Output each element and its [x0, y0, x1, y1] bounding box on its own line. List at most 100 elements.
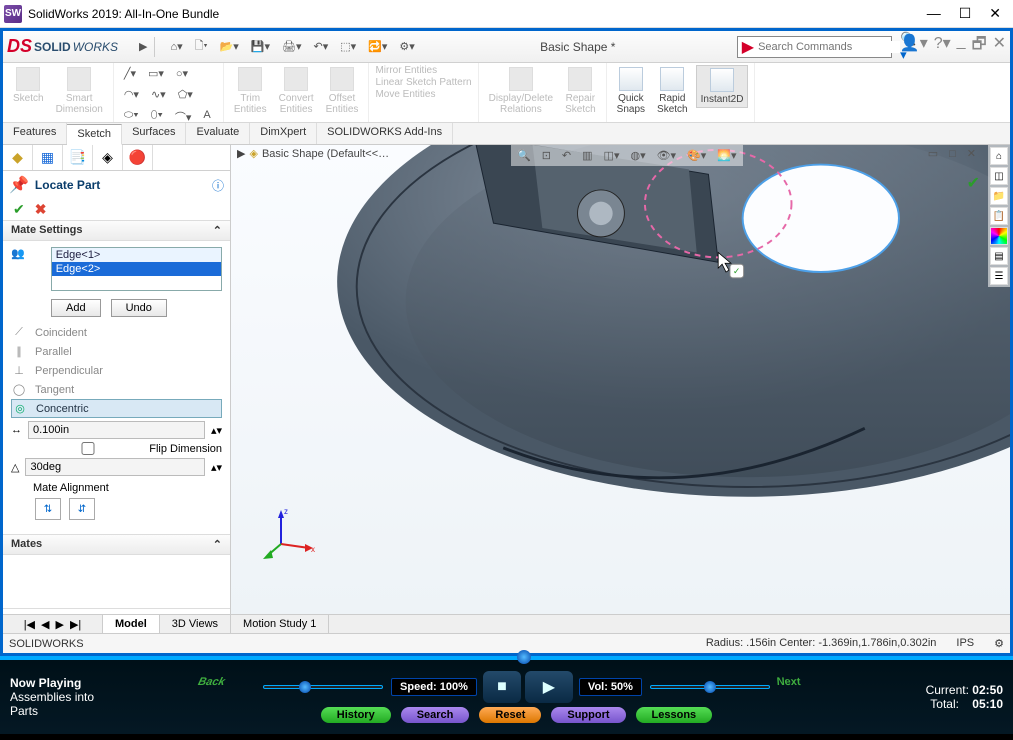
view-orient-icon[interactable]: ◫▾ — [600, 147, 624, 164]
tab-evaluate[interactable]: Evaluate — [186, 123, 250, 144]
scrub-knob[interactable] — [517, 650, 531, 664]
pm-tab-feature[interactable]: ◆ — [3, 145, 33, 170]
pm-tab-appearances[interactable]: 🔴 — [123, 145, 153, 170]
tab-3dviews[interactable]: 3D Views — [160, 615, 231, 633]
hide-show-icon[interactable]: 👁▾ — [653, 147, 681, 164]
lessons-button[interactable]: Lessons — [636, 707, 713, 723]
window-restore-icon[interactable]: 🗗 — [972, 33, 987, 60]
new-icon[interactable]: 🗋▾ — [191, 35, 212, 58]
tab-surfaces[interactable]: Surfaces — [122, 123, 186, 144]
tab-nav-next-icon[interactable]: ▶ — [56, 618, 64, 631]
list-item[interactable]: Edge<2> — [52, 262, 221, 276]
mate-coincident[interactable]: ⟋Coincident — [11, 323, 222, 342]
appearances-pane-icon[interactable] — [990, 227, 1008, 245]
custom-props-icon[interactable]: ▤ — [990, 247, 1008, 265]
play-button[interactable]: ▶ — [525, 671, 573, 703]
user-icon[interactable]: 👤▾ — [900, 33, 928, 60]
pm-tab-config[interactable]: 📑 — [63, 145, 93, 170]
speed-slider[interactable] — [263, 685, 383, 689]
graphics-viewport[interactable]: ▶ ◈ Basic Shape (Default<<… — [231, 145, 1010, 614]
view-palette-icon[interactable]: 📋 — [990, 207, 1008, 225]
search-input[interactable] — [758, 41, 900, 53]
mate-tangent[interactable]: ◯Tangent — [11, 380, 222, 399]
back-button[interactable]: Back — [194, 676, 258, 698]
list-item[interactable]: Edge<1> — [52, 248, 221, 262]
tab-addins[interactable]: SOLIDWORKS Add-Ins — [317, 123, 453, 144]
mate-settings-header[interactable]: Mate Settings⌃ — [3, 220, 230, 241]
line-icon[interactable]: ╱▾ — [120, 65, 140, 82]
mates-header[interactable]: Mates⌃ — [3, 534, 230, 555]
print-icon[interactable]: 🖨▾ — [278, 38, 306, 55]
window-min-icon[interactable]: _ — [957, 33, 966, 60]
mate-concentric[interactable]: ◎Concentric — [11, 399, 222, 418]
status-units[interactable]: IPS — [956, 637, 974, 650]
flip-dimension-checkbox[interactable] — [33, 442, 143, 455]
close-button[interactable]: ✕ — [989, 5, 1001, 22]
tab-model[interactable]: Model — [103, 615, 160, 633]
player-search-button[interactable]: Search — [401, 707, 470, 723]
offset-button[interactable]: Offset Entities — [322, 65, 363, 117]
tab-motion-study[interactable]: Motion Study 1 — [231, 615, 329, 633]
display-relations-button[interactable]: Display/Delete Relations — [485, 65, 557, 117]
linear-pattern[interactable]: Linear Sketch Pattern — [375, 77, 471, 88]
home-icon[interactable]: ⌂▾ — [166, 38, 186, 55]
breadcrumb-expand-icon[interactable]: ▶ — [237, 147, 245, 160]
slot-icon[interactable]: ⬭▾ — [120, 107, 143, 124]
accept-button[interactable]: ✔ — [13, 201, 25, 218]
ellipse-icon[interactable]: ⬯▾ — [147, 107, 167, 124]
resources-icon[interactable]: ◫ — [990, 167, 1008, 185]
undo-icon[interactable]: ↶▾ — [310, 38, 333, 55]
tab-sketch[interactable]: Sketch — [67, 124, 122, 145]
distance-field[interactable] — [28, 421, 205, 439]
maximize-button[interactable]: ☐ — [959, 5, 972, 22]
window-close-icon[interactable]: ✕ — [993, 33, 1006, 60]
tab-dimxpert[interactable]: DimXpert — [250, 123, 317, 144]
menu-expand-icon[interactable]: ▶ — [135, 38, 151, 55]
rapid-sketch-button[interactable]: Rapid Sketch — [653, 65, 692, 117]
add-button[interactable]: Add — [51, 299, 101, 317]
tab-nav-last-icon[interactable]: ▶| — [70, 618, 81, 631]
display-style-icon[interactable]: ◍▾ — [626, 147, 649, 164]
viewport-max-icon[interactable]: □ — [945, 145, 960, 162]
stop-button[interactable]: ■ — [483, 671, 521, 703]
smart-dimension-button[interactable]: Smart Dimension — [52, 65, 107, 117]
tab-nav-prev-icon[interactable]: ◀ — [41, 618, 49, 631]
trim-button[interactable]: Trim Entities — [230, 65, 271, 117]
pm-help-icon[interactable]: ⓘ — [212, 177, 224, 194]
zoom-area-icon[interactable]: ⊡ — [538, 147, 555, 164]
align-same-button[interactable]: ⇅ — [35, 498, 61, 520]
section-view-icon[interactable]: ▥ — [578, 147, 596, 164]
circle-icon[interactable]: ○▾ — [172, 65, 192, 82]
align-anti-button[interactable]: ⇵ — [69, 498, 95, 520]
list-item[interactable] — [52, 276, 221, 290]
tab-features[interactable]: Features — [3, 123, 67, 144]
viewport-close-icon[interactable]: ✕ — [963, 145, 980, 162]
zoom-fit-icon[interactable]: 🔍 — [513, 147, 535, 164]
status-options-icon[interactable]: ⚙ — [994, 637, 1004, 650]
angle-field[interactable] — [25, 458, 204, 476]
volume-slider[interactable] — [650, 685, 770, 689]
move-entities[interactable]: Move Entities — [375, 89, 471, 100]
poly-icon[interactable]: ⬠▾ — [174, 86, 197, 103]
breadcrumb[interactable]: ▶ ◈ Basic Shape (Default<<… — [237, 147, 389, 160]
spline-icon[interactable]: ∿▾ — [147, 86, 170, 103]
text-icon[interactable]: A — [199, 107, 214, 123]
select-icon[interactable]: ⬚▾ — [336, 38, 360, 55]
instant2d-button[interactable]: Instant2D — [696, 65, 749, 108]
next-button[interactable]: Next — [775, 676, 839, 698]
forum-icon[interactable]: ☰ — [990, 267, 1008, 285]
save-icon[interactable]: 💾▾ — [247, 38, 274, 55]
repair-sketch-button[interactable]: Repair Sketch — [561, 65, 600, 117]
mate-perpendicular[interactable]: ⊥Perpendicular — [11, 361, 222, 380]
spinner-icon[interactable]: ▴▾ — [211, 461, 222, 474]
rect-icon[interactable]: ▭▾ — [144, 65, 168, 82]
history-button[interactable]: History — [321, 707, 391, 723]
options-icon[interactable]: ⚙▾ — [395, 38, 418, 55]
orientation-triad[interactable]: z x — [261, 504, 321, 564]
pm-tab-property[interactable]: ▦ — [33, 145, 63, 170]
viewport-min-icon[interactable]: ▭ — [924, 145, 942, 162]
home-pane-icon[interactable]: ⌂ — [990, 147, 1008, 165]
library-icon[interactable]: 📁 — [990, 187, 1008, 205]
tab-nav-first-icon[interactable]: |◀ — [24, 618, 35, 631]
sketch-button[interactable]: Sketch — [9, 65, 48, 106]
